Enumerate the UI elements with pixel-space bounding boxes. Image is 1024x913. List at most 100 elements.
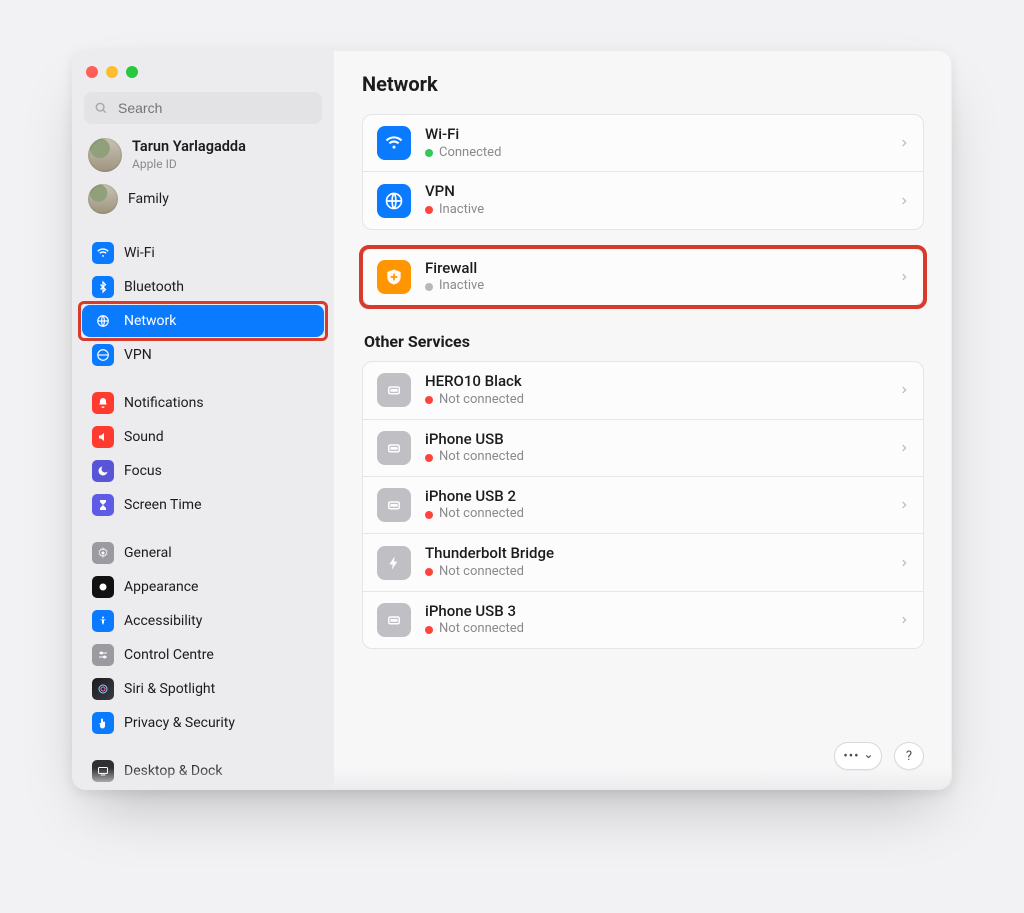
chevron-right-icon [899,194,909,208]
chevron-right-icon [899,136,909,150]
sidebar-item-accessibility[interactable]: Accessibility [82,605,324,637]
sidebar-item-sound[interactable]: Sound [82,421,324,453]
sidebar-item-privacy[interactable]: Privacy & Security [82,707,324,739]
status-dot [425,626,433,634]
row-status: Inactive [425,278,885,295]
status-dot [425,454,433,462]
status-dot [425,149,433,157]
chevron-right-icon [899,613,909,627]
row-thunderbolt[interactable]: Thunderbolt Bridge Not connected [363,533,923,590]
sidebar-item-vpn[interactable]: VPN [82,339,324,371]
chevron-right-icon [899,556,909,570]
bluetooth-icon [92,276,114,298]
row-status: Not connected [425,506,885,523]
sidebar-item-label: Accessibility [124,613,314,629]
row-wifi[interactable]: Wi-Fi Connected [363,115,923,171]
sidebar-item-controlcentre[interactable]: Control Centre [82,639,324,671]
sliders-icon [92,644,114,666]
search-field[interactable] [84,92,322,124]
sidebar-item-appearance[interactable]: Appearance [82,571,324,603]
sidebar-item-label: Notifications [124,395,314,411]
status-dot [425,568,433,576]
hand-icon [92,712,114,734]
chevron-right-icon [899,270,909,284]
firewall-card: Firewall Inactive [362,248,924,306]
thunderbolt-icon [377,546,411,580]
sidebar-item-label: Bluetooth [124,279,314,295]
other-services-card: HERO10 Black Not connected iPhone USB No… [362,361,924,649]
row-name: iPhone USB 3 [425,602,885,622]
interfaces-card: Wi-Fi Connected VPN Inactive [362,114,924,230]
sidebar-item-focus[interactable]: Focus [82,455,324,487]
status-dot [425,396,433,404]
sidebar-item-label: Sound [124,429,314,445]
row-status: Not connected [425,564,885,581]
zoom-window-button[interactable] [126,66,138,78]
hourglass-icon [92,494,114,516]
sidebar-item-label: Siri & Spotlight [124,681,314,697]
wifi-icon [92,242,114,264]
family-row[interactable]: Family [80,180,326,229]
help-icon: ? [906,749,912,764]
vpn-icon [377,184,411,218]
row-name: iPhone USB [425,430,885,450]
avatar [88,138,122,172]
footer-actions: ••• ? [362,730,924,770]
family-label: Family [128,191,169,207]
window-controls [80,62,326,92]
row-name: Wi-Fi [425,125,885,145]
sidebar-item-label: Privacy & Security [124,715,314,731]
more-menu-button[interactable]: ••• [834,742,882,770]
ethernet-icon [377,373,411,407]
account-sub: Apple ID [132,157,246,172]
firewall-icon [377,260,411,294]
sidebar-item-siri[interactable]: Siri & Spotlight [82,673,324,705]
search-input[interactable] [116,99,312,117]
status-dot [425,283,433,291]
row-name: VPN [425,182,885,202]
sidebar-item-label: Screen Time [124,497,314,513]
row-iphoneusb2[interactable]: iPhone USB 2 Not connected [363,476,923,533]
sidebar: Tarun Yarlagadda Apple ID Family Wi-Fi [72,50,334,790]
ethernet-icon [377,488,411,522]
ethernet-icon [377,431,411,465]
row-name: Firewall [425,259,885,279]
sidebar-item-label: Control Centre [124,647,314,663]
moon-icon [92,460,114,482]
sidebar-item-bluetooth[interactable]: Bluetooth [82,271,324,303]
main-panel: Network Wi-Fi Connected [334,50,952,790]
sidebar-item-label: Appearance [124,579,314,595]
row-hero10[interactable]: HERO10 Black Not connected [363,362,923,418]
sidebar-item-notifications[interactable]: Notifications [82,387,324,419]
sidebar-item-network[interactable]: Network [82,305,324,337]
other-services-title: Other Services [364,332,922,351]
row-status: Connected [425,145,885,162]
page-title: Network [362,72,924,96]
speaker-icon [92,426,114,448]
gear-icon [92,542,114,564]
chevron-down-icon [864,752,873,761]
sidebar-item-screentime[interactable]: Screen Time [82,489,324,521]
sidebar-item-general[interactable]: General [82,537,324,569]
minimize-window-button[interactable] [106,66,118,78]
chevron-right-icon [899,498,909,512]
row-firewall[interactable]: Firewall Inactive [363,249,923,305]
sidebar-group-system: General Appearance Accessibility [80,529,326,747]
row-iphoneusb3[interactable]: iPhone USB 3 Not connected [363,591,923,648]
ellipsis-icon: ••• [843,749,859,764]
help-button[interactable]: ? [894,742,924,770]
account-name: Tarun Yarlagadda [132,138,246,156]
status-dot [425,206,433,214]
settings-window: Tarun Yarlagadda Apple ID Family Wi-Fi [72,50,952,790]
search-icon [94,101,108,115]
sidebar-item-label: Wi-Fi [124,245,314,261]
chevron-right-icon [899,441,909,455]
row-vpn[interactable]: VPN Inactive [363,171,923,228]
close-window-button[interactable] [86,66,98,78]
sidebar-item-wifi[interactable]: Wi-Fi [82,237,324,269]
apple-id-row[interactable]: Tarun Yarlagadda Apple ID [80,138,326,172]
row-iphoneusb[interactable]: iPhone USB Not connected [363,419,923,476]
appearance-icon [92,576,114,598]
bell-icon [92,392,114,414]
row-status: Inactive [425,202,885,219]
